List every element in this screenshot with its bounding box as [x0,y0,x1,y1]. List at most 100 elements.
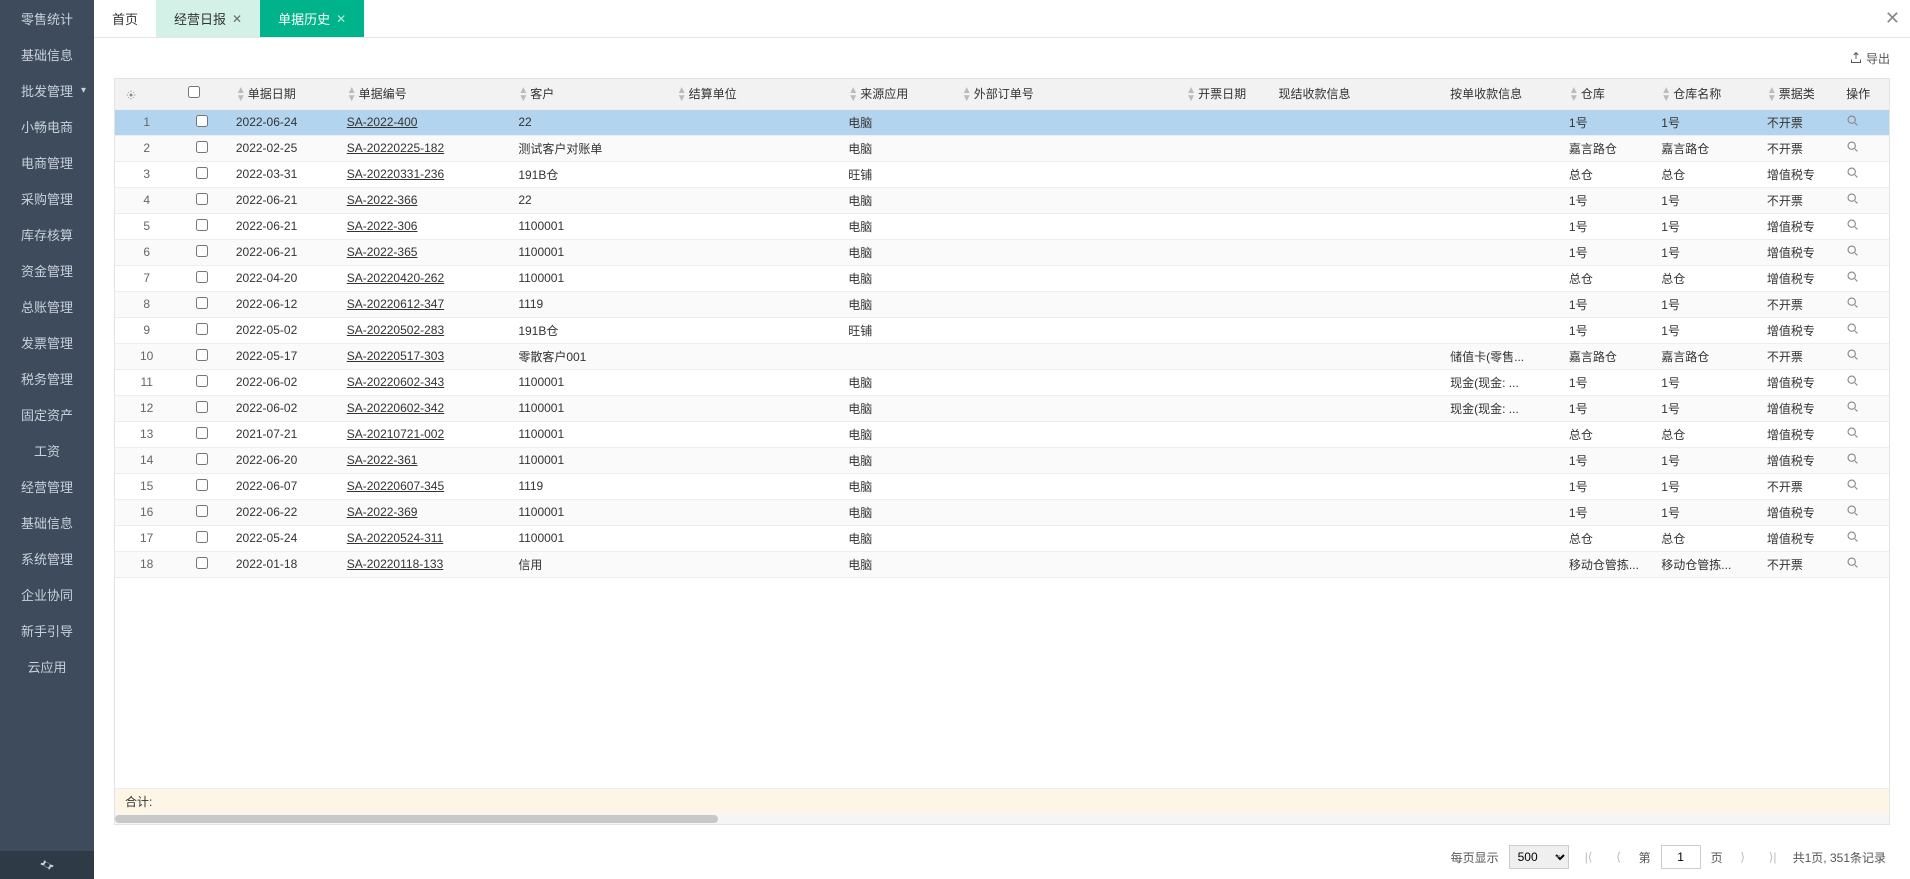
row-checkbox[interactable] [196,297,208,309]
sidebar-item-3[interactable]: 小畅电商 [0,108,94,144]
table-row[interactable]: 42022-06-21SA-2022-36622电脑1号1号不开票 [115,187,1889,213]
sidebar-item-1[interactable]: 基础信息 [0,36,94,72]
sidebar-item-14[interactable]: 基础信息 [0,504,94,540]
col-docno[interactable]: ▲▼单据编号 [337,79,509,109]
doc-link[interactable]: SA-20220331-236 [347,167,444,181]
view-icon[interactable] [1846,270,1859,283]
col-source[interactable]: ▲▼来源应用 [838,79,952,109]
row-checkbox[interactable] [196,193,208,205]
sidebar-item-6[interactable]: 库存核算 [0,216,94,252]
sidebar-item-5[interactable]: 采购管理 [0,180,94,216]
doc-link[interactable]: SA-2022-365 [347,245,418,259]
sidebar-item-13[interactable]: 经营管理 [0,468,94,504]
doc-link[interactable]: SA-20220602-342 [347,401,444,415]
tab-1[interactable]: 经营日报✕ [156,0,260,37]
col-tax[interactable]: ▲▼票据类 [1757,79,1836,109]
table-row[interactable]: 102022-05-17SA-20220517-303零散客户001储值卡(零售… [115,343,1889,369]
view-icon[interactable] [1846,114,1859,127]
per-page-select[interactable]: 500 [1509,845,1569,869]
view-icon[interactable] [1846,192,1859,205]
row-checkbox[interactable] [196,505,208,517]
row-checkbox[interactable] [196,245,208,257]
export-button[interactable]: 导出 [1850,50,1890,67]
table-row[interactable]: 182022-01-18SA-20220118-133信用电脑移动仓管拣...移… [115,551,1889,577]
view-icon[interactable] [1846,478,1859,491]
doc-link[interactable]: SA-20220225-182 [347,141,444,155]
table-row[interactable]: 32022-03-31SA-20220331-236191B仓旺铺总仓总仓增值税… [115,161,1889,187]
table-row[interactable]: 172022-05-24SA-20220524-3111100001电脑总仓总仓… [115,525,1889,551]
doc-link[interactable]: SA-2022-366 [347,193,418,207]
table-row[interactable]: 162022-06-22SA-2022-3691100001电脑1号1号增值税专 [115,499,1889,525]
page-input[interactable] [1661,845,1701,869]
view-icon[interactable] [1846,530,1859,543]
doc-link[interactable]: SA-2022-400 [347,115,418,129]
row-checkbox[interactable] [196,115,208,127]
tab-close-icon[interactable]: ✕ [232,12,242,26]
col-wh[interactable]: ▲▼仓库 [1559,79,1651,109]
row-checkbox[interactable] [196,375,208,387]
col-invdate[interactable]: ▲▼开票日期 [1176,79,1268,109]
table-row[interactable]: 132021-07-21SA-20210721-0021100001电脑总仓总仓… [115,421,1889,447]
row-checkbox[interactable] [196,453,208,465]
col-extno[interactable]: ▲▼外部订单号 [952,79,1176,109]
view-icon[interactable] [1846,504,1859,517]
row-checkbox[interactable] [196,401,208,413]
table-row[interactable]: 142022-06-20SA-2022-3611100001电脑1号1号增值税专 [115,447,1889,473]
table-row[interactable]: 22022-02-25SA-20220225-182测试客户对账单电脑嘉言路仓嘉… [115,135,1889,161]
close-all-tabs-icon[interactable]: ✕ [1885,8,1900,29]
view-icon[interactable] [1846,426,1859,439]
doc-link[interactable]: SA-20220607-345 [347,479,444,493]
view-icon[interactable] [1846,218,1859,231]
table-row[interactable]: 92022-05-02SA-20220502-283191B仓旺铺1号1号增值税… [115,317,1889,343]
sidebar-item-18[interactable]: 云应用 [0,648,94,684]
view-icon[interactable] [1846,166,1859,179]
doc-link[interactable]: SA-20220118-133 [347,557,444,571]
doc-link[interactable]: SA-20220524-311 [347,531,444,545]
view-icon[interactable] [1846,348,1859,361]
row-checkbox[interactable] [196,531,208,543]
sidebar-settings[interactable] [0,851,94,879]
sidebar-item-17[interactable]: 新手引导 [0,612,94,648]
row-checkbox[interactable] [196,141,208,153]
doc-link[interactable]: SA-2022-306 [347,219,418,233]
view-icon[interactable] [1846,140,1859,153]
sidebar-item-16[interactable]: 企业协同 [0,576,94,612]
row-checkbox[interactable] [196,349,208,361]
tab-2[interactable]: 单据历史✕ [260,0,364,37]
tab-close-icon[interactable]: ✕ [336,12,346,26]
col-whn[interactable]: ▲▼仓库名称 [1651,79,1757,109]
view-icon[interactable] [1846,556,1859,569]
table-row[interactable]: 152022-06-07SA-20220607-3451119电脑1号1号不开票 [115,473,1889,499]
last-page-icon[interactable]: ⟩| [1763,847,1783,867]
doc-link[interactable]: SA-2022-369 [347,505,418,519]
view-icon[interactable] [1846,296,1859,309]
sidebar-item-4[interactable]: 电商管理 [0,144,94,180]
table-row[interactable]: 12022-06-24SA-2022-40022电脑1号1号不开票 [115,109,1889,135]
horizontal-scrollbar[interactable] [115,814,1889,824]
row-checkbox[interactable] [196,557,208,569]
row-checkbox[interactable] [196,167,208,179]
sidebar-item-9[interactable]: 发票管理 [0,324,94,360]
table-settings-icon[interactable] [125,89,137,101]
sidebar-item-10[interactable]: 税务管理 [0,360,94,396]
table-row[interactable]: 112022-06-02SA-20220602-3431100001电脑现金(现… [115,369,1889,395]
table-row[interactable]: 72022-04-20SA-20220420-2621100001电脑总仓总仓增… [115,265,1889,291]
row-checkbox[interactable] [196,219,208,231]
sidebar-item-8[interactable]: 总账管理 [0,288,94,324]
table-row[interactable]: 82022-06-12SA-20220612-3471119电脑1号1号不开票 [115,291,1889,317]
tab-0[interactable]: 首页 [94,0,156,37]
doc-link[interactable]: SA-20210721-002 [347,427,444,441]
view-icon[interactable] [1846,400,1859,413]
sidebar-item-0[interactable]: 零售统计 [0,0,94,36]
view-icon[interactable] [1846,322,1859,335]
doc-link[interactable]: SA-20220517-303 [347,349,444,363]
doc-link[interactable]: SA-20220502-283 [347,323,444,337]
doc-link[interactable]: SA-20220420-262 [347,271,444,285]
sidebar-item-7[interactable]: 资金管理 [0,252,94,288]
table-row[interactable]: 62022-06-21SA-2022-3651100001电脑1号1号增值税专 [115,239,1889,265]
table-row[interactable]: 52022-06-21SA-2022-3061100001电脑1号1号增值税专 [115,213,1889,239]
sidebar-item-15[interactable]: 系统管理 [0,540,94,576]
prev-page-icon[interactable]: ⟨ [1609,847,1629,867]
row-checkbox[interactable] [196,271,208,283]
next-page-icon[interactable]: ⟩ [1733,847,1753,867]
